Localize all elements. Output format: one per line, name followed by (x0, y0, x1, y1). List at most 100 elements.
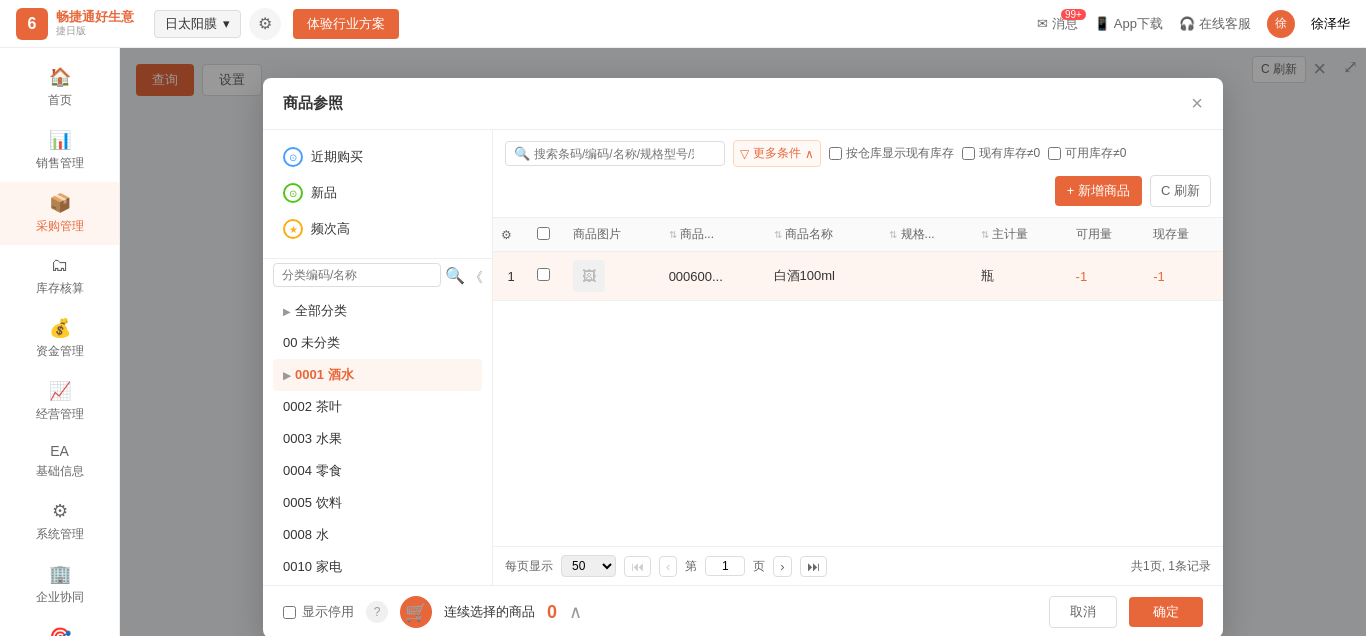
nav-item-new[interactable]: ⊙ 新品 (273, 176, 482, 210)
app-download-button[interactable]: 📱 App下载 (1094, 15, 1163, 33)
logo-text: 畅捷通好生意 (56, 9, 134, 25)
footer-collapse-icon[interactable]: ∧ (569, 601, 582, 623)
header: 6 畅捷通好生意 捷日版 日太阳膜 ▾ ⚙ 体验行业方案 ✉ 消息 99+ 📱 … (0, 0, 1366, 48)
sidebar-item-sales[interactable]: 📊 销售管理 (0, 119, 119, 182)
avatar: 徐 (1267, 10, 1295, 38)
modal-left-panel: ⊙ 近期购买 ⊙ 新品 ★ 频次高 (263, 130, 493, 585)
sidebar-item-procurement[interactable]: 📦 采购管理 (0, 182, 119, 245)
tree-item-cat0008[interactable]: 0008 水 (273, 519, 482, 551)
customer-service-button[interactable]: 🎧 在线客服 (1179, 15, 1251, 33)
stock-icon: 🗂 (51, 255, 69, 276)
show-disabled-input[interactable] (283, 606, 296, 619)
sidebar-item-stock[interactable]: 🗂 库存核算 (0, 245, 119, 307)
sidebar-label-stock: 库存核算 (36, 280, 84, 297)
checkbox-nonzero-stock[interactable]: 现有库存≠0 (962, 145, 1040, 162)
message-button[interactable]: ✉ 消息 99+ (1037, 15, 1078, 33)
last-page-button[interactable]: ⏭ (800, 556, 827, 577)
th-code[interactable]: ⇅ 商品... (661, 218, 766, 252)
header-right: ✉ 消息 99+ 📱 App下载 🎧 在线客服 徐 徐泽华 (1037, 10, 1350, 38)
nav-item-recent[interactable]: ⊙ 近期购买 (273, 140, 482, 174)
checkbox-nonzero-stock-input[interactable] (962, 147, 975, 160)
sidebar-item-newbie[interactable]: 🎯 新手引导 (0, 616, 119, 636)
checkbox-usable-stock[interactable]: 可用库存≠0 (1048, 145, 1126, 162)
tree-item-all[interactable]: ▶ 全部分类 (273, 295, 482, 327)
settings-icon[interactable]: ⚙ (249, 8, 281, 40)
cell-image: 🖼 (565, 252, 661, 301)
tree-item-cat00[interactable]: 00 未分类 (273, 327, 482, 359)
table-row[interactable]: 1 🖼 000600... 白酒100ml 瓶 (493, 252, 1223, 301)
sidebar-item-basic[interactable]: EA 基础信息 (0, 433, 119, 490)
th-name[interactable]: ⇅ 商品名称 (766, 218, 882, 252)
refresh-button[interactable]: C 刷新 (1150, 175, 1211, 207)
confirm-button[interactable]: 确定 (1129, 597, 1203, 627)
sidebar-label-enterprise: 企业协同 (36, 589, 84, 606)
left-collapse-button[interactable]: 《 (469, 269, 483, 287)
page-size-label: 每页显示 (505, 558, 553, 575)
enterprise-icon: 🏢 (49, 563, 71, 585)
modal-header: 商品参照 × (263, 78, 1223, 130)
cell-checkbox[interactable] (529, 252, 565, 301)
checkbox-usable-stock-input[interactable] (1048, 147, 1061, 160)
procurement-icon: 📦 (49, 192, 71, 214)
cancel-button[interactable]: 取消 (1049, 596, 1117, 628)
tree-item-cat0002[interactable]: 0002 茶叶 (273, 391, 482, 423)
tree-item-cat0003[interactable]: 0003 水果 (273, 423, 482, 455)
th-unit[interactable]: ⇅ 主计量 (973, 218, 1068, 252)
sidebar-item-home[interactable]: 🏠 首页 (0, 56, 119, 119)
goods-reference-modal: 商品参照 × ⊙ 近期购买 ⊙ 新 (263, 78, 1223, 636)
goods-table-wrap: ⚙ 商品图片 ⇅ 商品... ⇅ 商品名称 (493, 218, 1223, 546)
try-industry-button[interactable]: 体验行业方案 (293, 9, 399, 39)
modal-left-nav: ⊙ 近期购买 ⊙ 新品 ★ 频次高 (263, 140, 492, 246)
sidebar-item-operation[interactable]: 📈 经营管理 (0, 370, 119, 433)
modal-footer: 显示停用 ? 🛒 连续选择的商品 0 ∧ 取消 确定 (263, 585, 1223, 636)
sidebar-item-finance[interactable]: 💰 资金管理 (0, 307, 119, 370)
category-tree: ▶ 全部分类 00 未分类 ▶ 0001 酒水 0002 茶 (263, 295, 492, 575)
checkbox-usable-stock-label: 可用库存≠0 (1065, 145, 1126, 162)
sidebar-label-sales: 销售管理 (36, 155, 84, 172)
system-icon: ⚙ (52, 500, 68, 522)
select-all-checkbox[interactable] (537, 227, 550, 240)
th-checkbox[interactable] (529, 218, 565, 252)
next-page-button[interactable]: › (773, 556, 791, 577)
prev-page-button[interactable]: ‹ (659, 556, 677, 577)
product-image-placeholder: 🖼 (573, 260, 605, 292)
checkbox-nonzero-stock-label: 现有库存≠0 (979, 145, 1040, 162)
sidebar-label-operation: 经营管理 (36, 406, 84, 423)
nav-item-frequent[interactable]: ★ 频次高 (273, 212, 482, 246)
checkbox-warehouse-stock[interactable]: 按仓库显示现有库存 (829, 145, 954, 162)
cart-text: 连续选择的商品 (444, 603, 535, 621)
logo-sub: 捷日版 (56, 24, 134, 38)
sidebar-item-system[interactable]: ⚙ 系统管理 (0, 490, 119, 553)
help-icon[interactable]: ? (366, 601, 388, 623)
th-spec[interactable]: ⇅ 规格... (881, 218, 973, 252)
expand-arrow-icon: ▶ (283, 306, 291, 317)
cell-unit: 瓶 (973, 252, 1068, 301)
category-search-input[interactable] (273, 263, 441, 287)
tree-item-cat0005[interactable]: 0005 饮料 (273, 487, 482, 519)
modal-close-button[interactable]: × (1191, 92, 1203, 115)
cell-code: 000600... (661, 252, 766, 301)
sidebar: 🏠 首页 📊 销售管理 📦 采购管理 🗂 库存核算 💰 资金管理 📈 经营管理 … (0, 48, 120, 636)
add-goods-button[interactable]: + 新增商品 (1055, 176, 1142, 206)
show-disabled-checkbox[interactable]: 显示停用 (283, 603, 354, 621)
page-number-input[interactable] (705, 556, 745, 576)
first-page-button[interactable]: ⏮ (624, 556, 651, 577)
page-size-select[interactable]: 50 10 20 100 (561, 555, 616, 577)
app-label: App下载 (1114, 15, 1163, 33)
more-filter-button[interactable]: ▽ 更多条件 ∧ (733, 140, 821, 167)
checkbox-warehouse-stock-input[interactable] (829, 147, 842, 160)
sort-icon: ⇅ (669, 229, 677, 240)
th-stock: 现存量 (1145, 218, 1223, 252)
sidebar-item-enterprise[interactable]: 🏢 企业协同 (0, 553, 119, 616)
cart-button[interactable]: 🛒 (400, 596, 432, 628)
tree-item-cat0001[interactable]: ▶ 0001 酒水 (273, 359, 482, 391)
goods-search-input[interactable] (534, 147, 694, 161)
category-search-button[interactable]: 🔍 (445, 266, 465, 285)
tree-item-cat0004[interactable]: 0004 零食 (273, 455, 482, 487)
cart-count: 0 (547, 602, 557, 623)
username-label: 徐泽华 (1311, 15, 1350, 33)
th-settings[interactable]: ⚙ (493, 218, 529, 252)
store-selector[interactable]: 日太阳膜 ▾ (154, 10, 241, 38)
tree-item-cat0010[interactable]: 0010 家电 (273, 551, 482, 575)
sidebar-label-home: 首页 (48, 92, 72, 109)
